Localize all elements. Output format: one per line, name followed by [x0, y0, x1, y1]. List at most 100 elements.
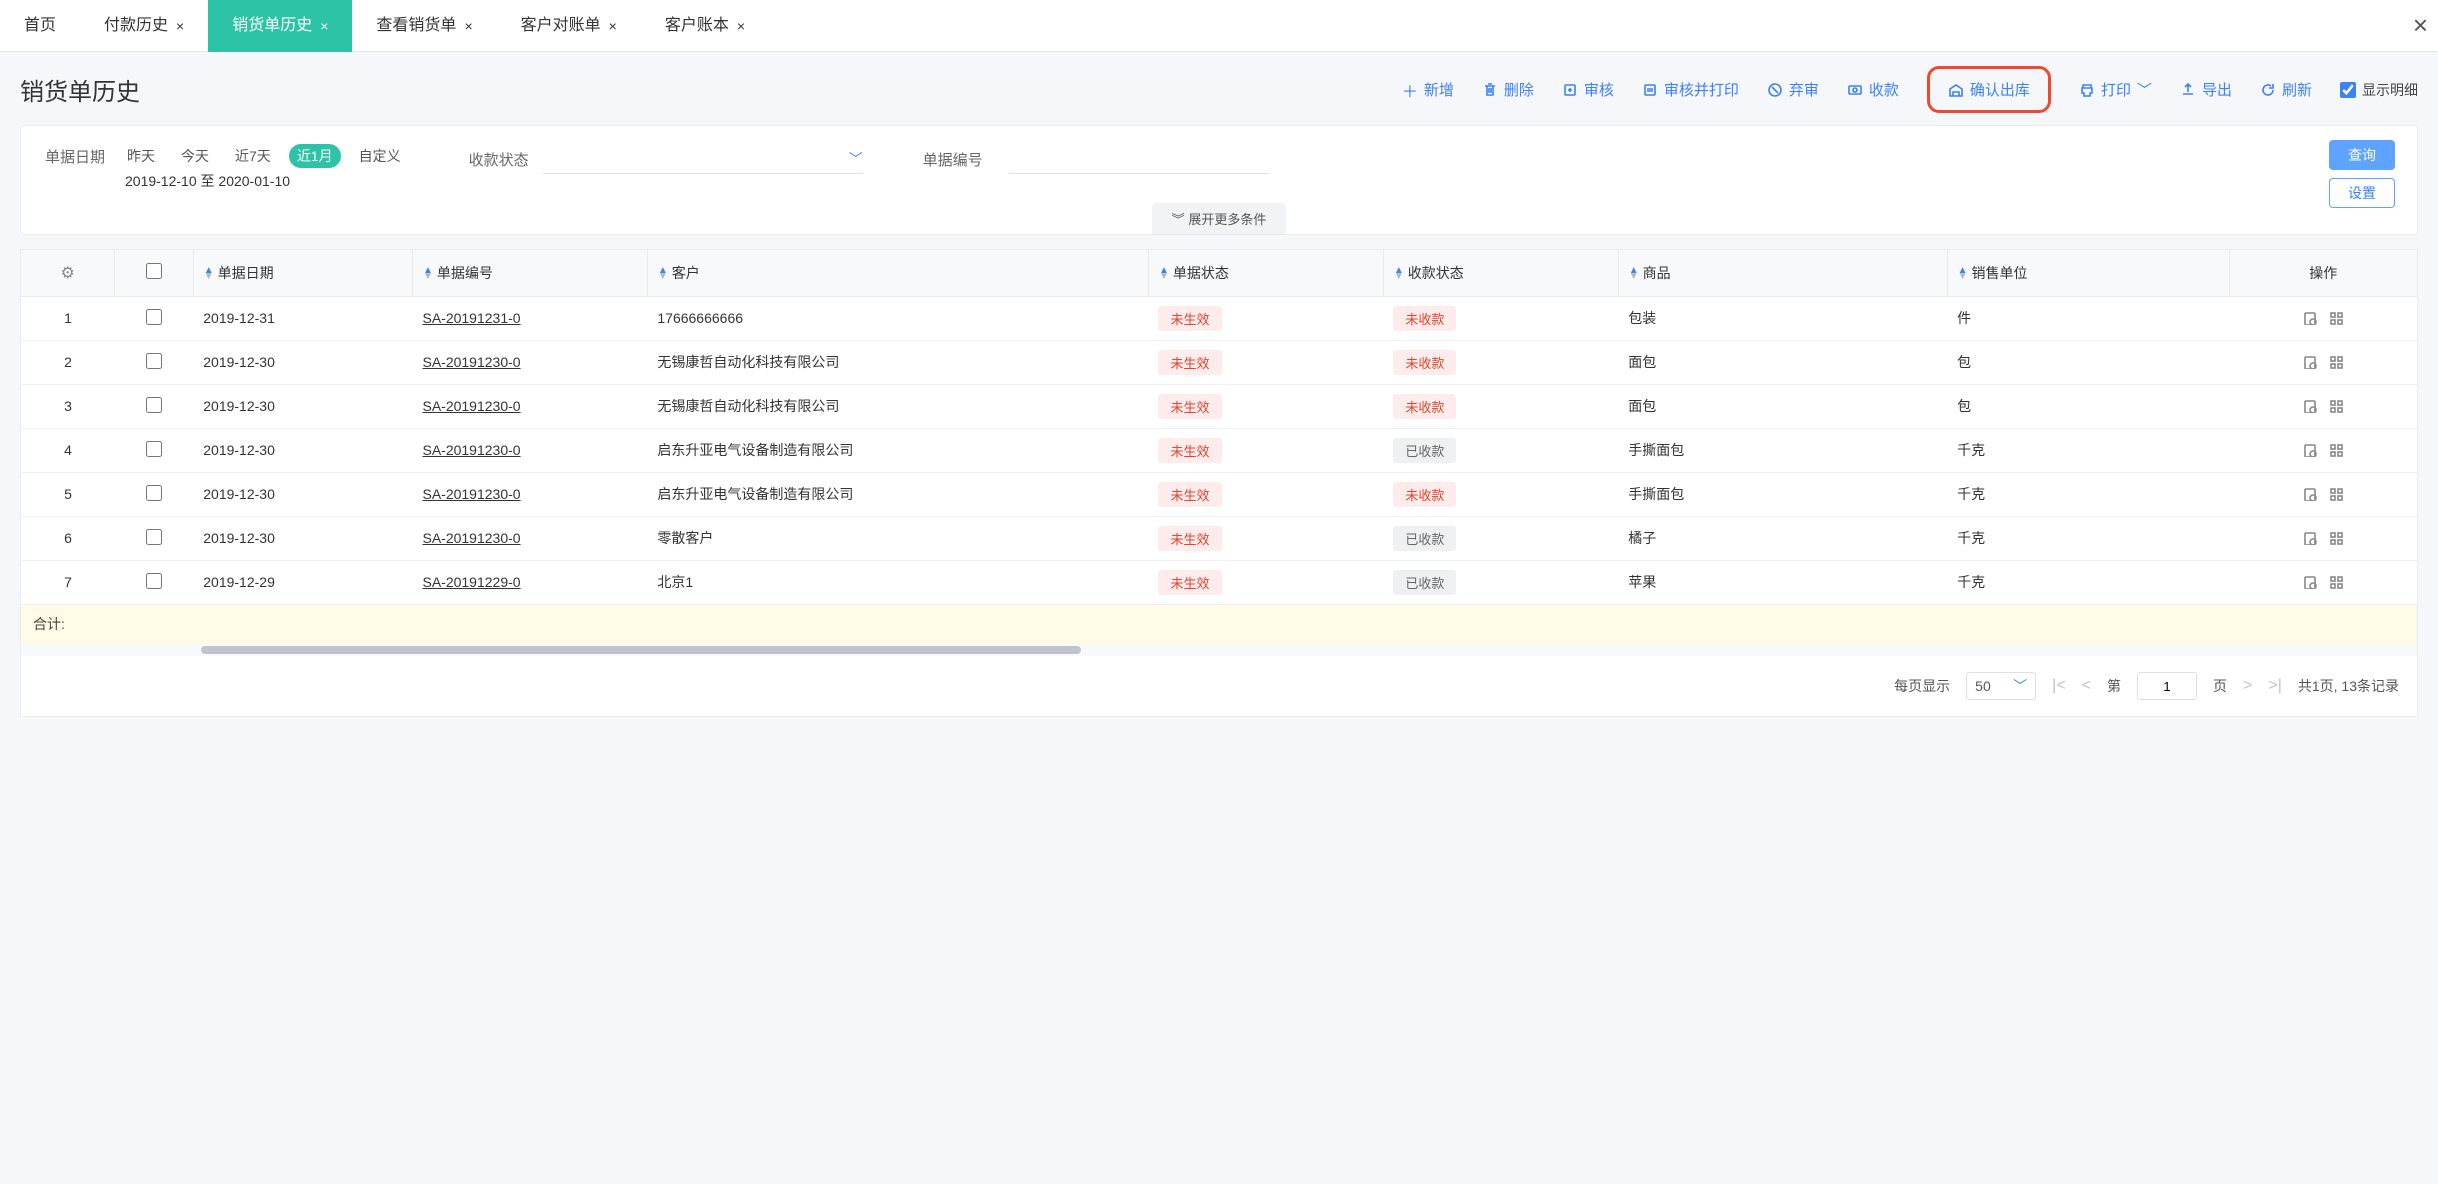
- col-customer[interactable]: ▲▼客户: [647, 250, 1148, 296]
- refresh-button[interactable]: 刷新: [2260, 79, 2312, 100]
- horizontal-scrollbar[interactable]: [21, 644, 2417, 656]
- audit-button[interactable]: 审核: [1562, 79, 1614, 100]
- doc-status-badge: 未生效: [1158, 526, 1221, 551]
- cell-unit: 件: [1947, 296, 2229, 340]
- row-checkbox[interactable]: [146, 397, 162, 413]
- chevron-down-icon: ﹀: [2137, 79, 2152, 100]
- print-button[interactable]: 打印 ﹀: [2079, 79, 2152, 100]
- range-自定义[interactable]: 自定义: [351, 144, 409, 168]
- range-近1月[interactable]: 近1月: [289, 144, 341, 168]
- audit-print-button[interactable]: 审核并打印: [1642, 79, 1739, 100]
- unaudit-button[interactable]: 弃审: [1767, 79, 1819, 100]
- confirm-out-button[interactable]: 确认出库: [1927, 66, 2051, 113]
- check-all[interactable]: [146, 263, 162, 279]
- footer-total-label: 合计:: [21, 604, 193, 644]
- col-ops: 操作: [2229, 250, 2417, 296]
- tab-付款历史[interactable]: 付款历史×: [80, 0, 208, 52]
- tab-close-icon[interactable]: ×: [176, 0, 184, 52]
- table-row: 52019-12-30SA-20191230-0启东升亚电气设备制造有限公司未生…: [21, 472, 2417, 516]
- per-page-select[interactable]: 50﹀: [1966, 672, 2036, 700]
- col-check-all[interactable]: [115, 250, 193, 296]
- range-昨天[interactable]: 昨天: [119, 144, 163, 168]
- table-row: 32019-12-30SA-20191230-0无锡康哲自动化科技有限公司未生效…: [21, 384, 2417, 428]
- pay-status-badge: 已收款: [1393, 438, 1456, 463]
- more-icon[interactable]: [2329, 531, 2343, 545]
- range-近7天[interactable]: 近7天: [227, 144, 279, 168]
- prev-page-button[interactable]: <: [2082, 677, 2091, 695]
- more-icon[interactable]: [2329, 355, 2343, 369]
- doc-no-link[interactable]: SA-20191231-0: [422, 310, 520, 326]
- more-icon[interactable]: [2329, 311, 2343, 325]
- tab-销货单历史[interactable]: 销货单历史×: [208, 0, 352, 52]
- doc-status-badge: 未生效: [1158, 350, 1221, 375]
- docno-input[interactable]: [1009, 144, 1269, 174]
- row-checkbox[interactable]: [146, 309, 162, 325]
- show-detail-checkbox[interactable]: [2340, 82, 2356, 98]
- view-icon[interactable]: [2303, 487, 2317, 501]
- tab-close-icon[interactable]: ×: [464, 0, 472, 52]
- view-icon[interactable]: [2303, 399, 2317, 413]
- cell-customer: 无锡康哲自动化科技有限公司: [647, 340, 1148, 384]
- add-button[interactable]: ＋新增: [1402, 78, 1454, 102]
- doc-no-link[interactable]: SA-20191229-0: [422, 574, 520, 590]
- doc-no-link[interactable]: SA-20191230-0: [422, 530, 520, 546]
- tab-close-icon[interactable]: ×: [609, 0, 617, 52]
- view-icon[interactable]: [2303, 443, 2317, 457]
- view-icon[interactable]: [2303, 311, 2317, 325]
- col-pay-status[interactable]: ▲▼收款状态: [1383, 250, 1618, 296]
- doc-no-link[interactable]: SA-20191230-0: [422, 398, 520, 414]
- tab-close-icon[interactable]: ×: [320, 0, 328, 52]
- table-row: 62019-12-30SA-20191230-0零散客户未生效已收款橘子千克: [21, 516, 2417, 560]
- tab-查看销货单[interactable]: 查看销货单×: [352, 0, 496, 52]
- expand-filters-button[interactable]: ︾ 展开更多条件: [1152, 203, 1287, 234]
- col-doc-status[interactable]: ▲▼单据状态: [1148, 250, 1383, 296]
- col-settings[interactable]: ⚙: [21, 250, 115, 296]
- row-checkbox[interactable]: [146, 441, 162, 457]
- more-icon[interactable]: [2329, 487, 2343, 501]
- cell-unit: 千克: [1947, 516, 2229, 560]
- tab-客户对账单[interactable]: 客户对账单×: [497, 0, 641, 52]
- more-icon[interactable]: [2329, 443, 2343, 457]
- export-button[interactable]: 导出: [2180, 79, 2232, 100]
- receive-button[interactable]: 收款: [1847, 79, 1899, 100]
- col-product[interactable]: ▲▼商品: [1618, 250, 1947, 296]
- col-unit[interactable]: ▲▼销售单位: [1947, 250, 2229, 296]
- row-checkbox[interactable]: [146, 485, 162, 501]
- row-checkbox[interactable]: [146, 529, 162, 545]
- docno-label: 单据编号: [923, 149, 983, 170]
- doc-status-badge: 未生效: [1158, 570, 1221, 595]
- doc-no-link[interactable]: SA-20191230-0: [422, 486, 520, 502]
- query-button[interactable]: 查询: [2329, 140, 2395, 170]
- range-今天[interactable]: 今天: [173, 144, 217, 168]
- view-icon[interactable]: [2303, 531, 2317, 545]
- paystate-dropdown[interactable]: ﹀: [543, 144, 863, 174]
- last-page-button[interactable]: >|: [2268, 677, 2282, 695]
- col-no[interactable]: ▲▼单据编号: [412, 250, 647, 296]
- cell-product: 手撕面包: [1618, 428, 1947, 472]
- tab-客户账本[interactable]: 客户账本×: [641, 0, 769, 52]
- tab-首页[interactable]: 首页: [0, 0, 80, 52]
- data-table: ⚙ ▲▼单据日期 ▲▼单据编号 ▲▼客户 ▲▼单据状态 ▲▼收款状态 ▲▼商品 …: [20, 249, 2418, 717]
- page-input[interactable]: [2137, 672, 2197, 700]
- row-checkbox[interactable]: [146, 353, 162, 369]
- doc-no-link[interactable]: SA-20191230-0: [422, 442, 520, 458]
- chevron-down-icon: ﹀: [849, 149, 863, 169]
- next-page-button[interactable]: >: [2243, 677, 2252, 695]
- close-all-tabs[interactable]: ×: [2413, 10, 2428, 41]
- show-detail-toggle[interactable]: 显示明细: [2340, 80, 2418, 100]
- row-checkbox[interactable]: [146, 573, 162, 589]
- delete-button[interactable]: 删除: [1482, 79, 1534, 100]
- cell-product: 苹果: [1618, 560, 1947, 604]
- settings-button[interactable]: 设置: [2329, 178, 2395, 208]
- first-page-button[interactable]: |<: [2052, 677, 2066, 695]
- view-icon[interactable]: [2303, 355, 2317, 369]
- view-icon[interactable]: [2303, 575, 2317, 589]
- more-icon[interactable]: [2329, 575, 2343, 589]
- col-date[interactable]: ▲▼单据日期: [193, 250, 412, 296]
- more-icon[interactable]: [2329, 399, 2343, 413]
- pager: 每页显示 50﹀ |< < 第 页 > >| 共1页, 13条记录: [21, 656, 2417, 716]
- doc-no-link[interactable]: SA-20191230-0: [422, 354, 520, 370]
- cell-date: 2019-12-30: [193, 516, 412, 560]
- row-index: 3: [21, 384, 115, 428]
- tab-close-icon[interactable]: ×: [737, 0, 745, 52]
